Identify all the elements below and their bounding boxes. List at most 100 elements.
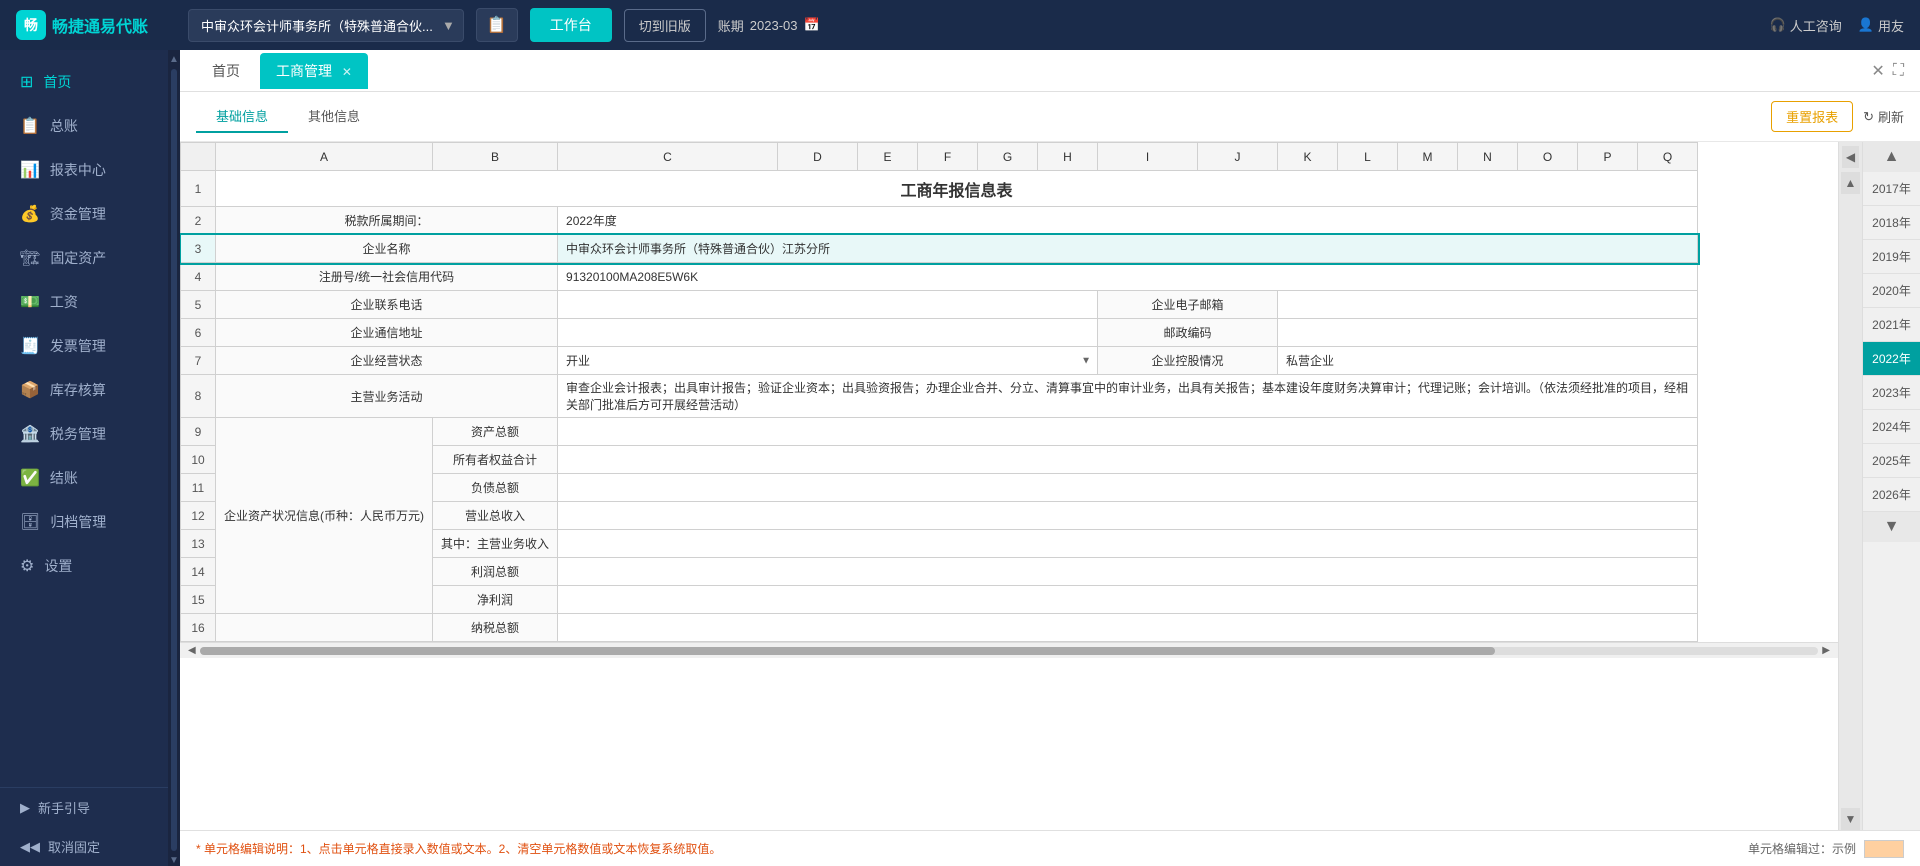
sidebar-item-tax[interactable]: 🏦税务管理 [0,412,168,456]
sidebar-item-inventory[interactable]: 📦库存核算 [0,368,168,412]
sidebar-item-guide[interactable]: ▶ 新手引导 [0,788,168,827]
title-cell[interactable]: 工商年报信息表 [216,171,1698,207]
sub-tab-basic[interactable]: 基础信息 [196,100,288,133]
sidebar-icon-fund: 💰 [20,204,40,224]
revenue-total-value[interactable] [558,502,1698,530]
content-toolbar: 基础信息 其他信息 重置报表 ↻ 刷新 [180,92,1920,142]
scroll-track[interactable] [200,647,1819,655]
user-menu[interactable]: 👤 用友 [1858,16,1904,35]
row-num-6: 6 [181,319,216,347]
col-header-c: C [558,143,778,171]
main-layout: ⊞首页📋总账📊报表中心💰资金管理🏗固定资产💵工资🧾发票管理📦库存核算🏦税务管理✅… [0,50,1920,866]
year-item-2020年[interactable]: 2020年 [1863,274,1920,308]
company-name-label: 企业名称 [216,235,558,263]
sidebar-scroll-down[interactable]: ▼ [169,855,179,866]
address-label: 企业通信地址 [216,319,558,347]
profit-total-label: 利润总额 [433,558,558,586]
sidebar-item-invoice[interactable]: 🧾 发票管理 [0,324,168,368]
reg-value[interactable]: 91320100MA208E5W6K [558,263,1698,291]
scroll-right-icon[interactable]: ▶ [1818,645,1834,656]
chevron-down-icon: ▼ [442,18,455,33]
equity-label: 所有者权益合计 [433,446,558,474]
year-nav-down-button[interactable]: ▼ [1863,512,1920,542]
year-item-2017年[interactable]: 2017年 [1863,172,1920,206]
sidebar-item-ledger[interactable]: 📋总账 [0,104,168,148]
postal-value[interactable] [1278,319,1698,347]
period-value-cell[interactable]: 2022年度 [558,207,1698,235]
scroll-left-icon[interactable]: ◀ [184,645,200,656]
user-label: 用友 [1878,16,1904,35]
phone-value[interactable] [558,291,1098,319]
year-item-2018年[interactable]: 2018年 [1863,206,1920,240]
row-num-7: 7 [181,347,216,375]
address-value[interactable] [558,319,1098,347]
collapse-down-button[interactable]: ▼ [1841,808,1861,830]
asset-total-value[interactable] [558,418,1698,446]
logo-text: 畅捷通易代账 [52,13,148,37]
tab-home-label: 首页 [212,63,240,79]
net-profit-value[interactable] [558,586,1698,614]
sidebar-label-invoice: 发票管理 [50,336,106,356]
year-item-2019年[interactable]: 2019年 [1863,240,1920,274]
refresh-label: 刷新 [1878,107,1904,126]
sidebar-item-unpin[interactable]: ◀◀ 取消固定 [0,827,168,866]
calendar-icon[interactable]: 📅 [804,17,820,33]
row-num-12: 12 [181,502,216,530]
col-header-rownum [181,143,216,171]
sidebar-item-report[interactable]: 📊报表中心 [0,148,168,192]
reset-table-button[interactable]: 重置报表 [1771,101,1853,132]
table-row: 4 注册号/统一社会信用代码 91320100MA208E5W6K [181,263,1698,291]
profit-total-value[interactable] [558,558,1698,586]
year-item-2026年[interactable]: 2026年 [1863,478,1920,512]
tab-home[interactable]: 首页 [196,53,256,89]
holding-value[interactable]: 私营企业 [1278,347,1698,375]
sidebar-icon-settle: ✅ [20,468,40,488]
year-item-2021年[interactable]: 2021年 [1863,308,1920,342]
workbench-button[interactable]: 工作台 [530,8,612,42]
sidebar-item-home[interactable]: ⊞首页 [0,60,168,104]
sidebar-item-settle[interactable]: ✅结账 [0,456,168,500]
reg-label: 注册号/统一社会信用代码 [216,263,558,291]
period-label: 账期 [718,16,744,35]
sidebar-item-archive[interactable]: 🗄归档管理 [0,500,168,544]
row-num-15: 15 [181,586,216,614]
service-button[interactable]: 🎧 人工咨询 [1770,16,1842,35]
sidebar-icon-invoice: 🧾 [20,336,40,356]
year-nav-up-button[interactable]: ▲ [1863,142,1920,172]
year-item-2025年[interactable]: 2025年 [1863,444,1920,478]
year-item-2022年[interactable]: 2022年 [1863,342,1920,376]
collapse-left-button[interactable]: ◀ [1842,146,1859,168]
collapse-up-button[interactable]: ▲ [1841,172,1861,194]
main-revenue-value[interactable] [558,530,1698,558]
email-value[interactable] [1278,291,1698,319]
sidebar-item-asset[interactable]: 🏗固定资产 [0,236,168,280]
biz-status-value[interactable]: 开业 ▼ [558,347,1098,375]
period-label-cell: 税款所属期间： [216,207,558,235]
refresh-button[interactable]: ↻ 刷新 [1863,107,1904,126]
sidebar-item-wage[interactable]: 💵工资 [0,280,168,324]
sidebar-scroll-up[interactable]: ▲ [169,54,179,65]
sidebar-item-setting[interactable]: ⚙设置 [0,544,168,588]
tax-total-value[interactable] [558,614,1698,642]
company-name-value[interactable]: 中审众环会计师事务所（特殊普通合伙）江苏分所 [558,235,1698,263]
year-item-2024年[interactable]: 2024年 [1863,410,1920,444]
copy-button[interactable]: 📋 [476,8,518,42]
year-panel: ▲ 2017年2018年2019年2020年2021年2022年2023年202… [1862,142,1920,830]
year-item-2023年[interactable]: 2023年 [1863,376,1920,410]
main-biz-value[interactable]: 审查企业会计报表；出具审计报告；验证企业资本；出具验资报告；办理企业合并、分立、… [558,375,1698,418]
sidebar-icon-archive: 🗄 [20,512,40,532]
tab-industry[interactable]: 工商管理 ✕ [260,53,368,89]
equity-value[interactable] [558,446,1698,474]
liability-value[interactable] [558,474,1698,502]
switch-version-button[interactable]: 切到旧版 [624,9,706,42]
expand-panel-icon[interactable]: ⛶ [1893,62,1904,80]
row-num-4: 4 [181,263,216,291]
table-container[interactable]: A B C D E F G H I J K L M [180,142,1838,830]
company-selector[interactable]: 中审众环会计师事务所（特殊普通合伙... ▼ [188,9,464,42]
sidebar-item-fund[interactable]: 💰资金管理 [0,192,168,236]
tab-close-icon[interactable]: ✕ [342,65,352,79]
horizontal-scrollbar[interactable]: ◀ ▶ [180,642,1838,658]
phone-label: 企业联系电话 [216,291,558,319]
sub-tab-other[interactable]: 其他信息 [288,100,380,133]
close-panel-icon[interactable]: ✕ [1871,61,1884,81]
